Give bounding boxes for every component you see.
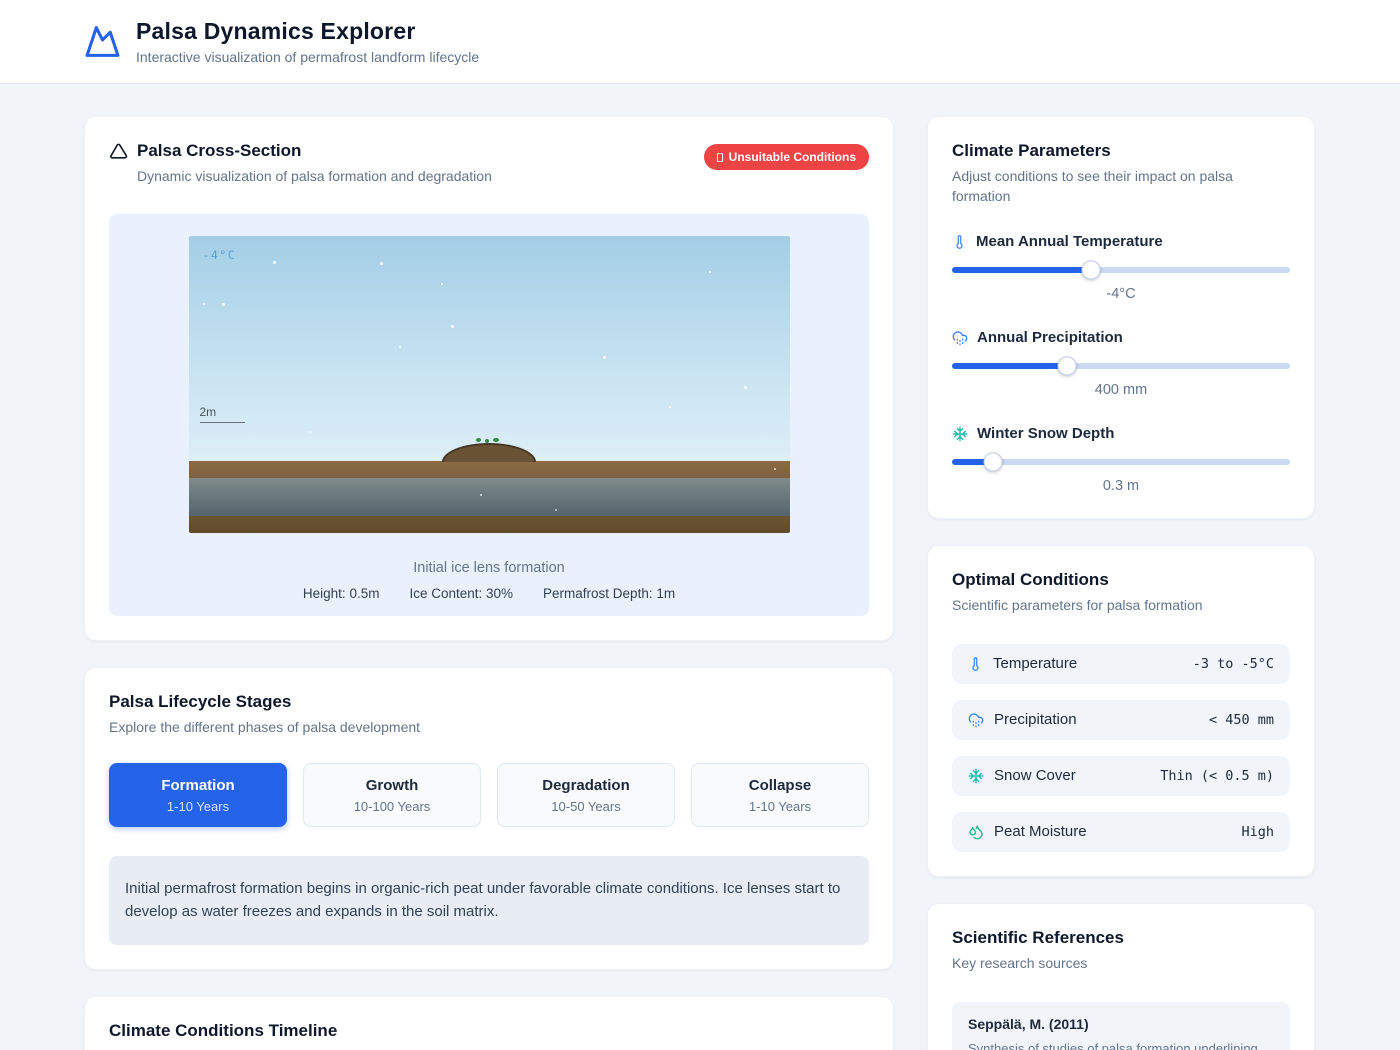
status-badge: Unsuitable Conditions	[703, 144, 869, 170]
triangle-icon	[109, 142, 128, 161]
precipitation-slider-label: Annual Precipitation	[977, 329, 1123, 347]
stat-height: Height: 0.5m	[302, 585, 380, 601]
temperature-value: -4°C	[1106, 286, 1136, 303]
app-subtitle: Interactive visualization of permafrost …	[136, 49, 480, 65]
snow-depth-value: 0.3 m	[1102, 478, 1140, 495]
stage-button-collapse[interactable]: Collapse 1-10 Years	[691, 763, 869, 828]
climate-parameters-card: Climate Parameters Adjust conditions to …	[927, 116, 1315, 520]
vegetation-dot	[475, 437, 481, 442]
palsa-mound	[441, 442, 536, 462]
precipitation-slider-group: Annual Precipitation 400 mm	[952, 329, 1290, 398]
references-title: Scientific References	[952, 927, 1124, 947]
snowflake-icon	[952, 426, 968, 442]
app-title: Palsa Dynamics Explorer	[136, 18, 416, 44]
right-column: Climate Parameters Adjust conditions to …	[927, 116, 1315, 1050]
precipitation-slider-thumb[interactable]	[1057, 356, 1077, 376]
references-subtitle: Key research sources	[952, 954, 1088, 971]
optimal-conditions-card: Optimal Conditions Scientific parameters…	[927, 545, 1315, 877]
optimal-row-precipitation: Precipitation < 450 mm	[952, 699, 1290, 740]
scale-line	[199, 421, 245, 424]
scale-bar: 2m	[199, 404, 245, 424]
precipitation-value: 400 mm	[1094, 382, 1148, 399]
canvas-container: -4°C 2m Initial ice lens formation Heigh…	[109, 213, 869, 616]
snow-depth-slider[interactable]	[952, 452, 1290, 472]
droplets-icon	[968, 824, 984, 840]
active-layer	[188, 460, 790, 478]
canvas-temperature-label: -4°C	[202, 247, 237, 262]
stat-ice-content: Ice Content: 30%	[409, 585, 514, 601]
warning-icon	[716, 152, 723, 162]
cloud-rain-icon	[952, 330, 968, 346]
cross-section-title: Palsa Cross-Section	[137, 141, 302, 160]
snow-depth-slider-label: Winter Snow Depth	[977, 425, 1115, 443]
vegetation-dot	[492, 437, 499, 442]
left-column: Palsa Cross-Section Dynamic visualizatio…	[84, 116, 894, 1050]
stage-description: Initial permafrost formation begins in o…	[109, 856, 869, 945]
stat-permafrost-depth: Permafrost Depth: 1m	[543, 585, 676, 601]
cross-section-subtitle: Dynamic visualization of palsa formation…	[137, 168, 492, 184]
cross-section-card: Palsa Cross-Section Dynamic visualizatio…	[84, 116, 894, 641]
optimal-row-peat-moisture: Peat Moisture High	[952, 811, 1290, 852]
snowflake-icon	[968, 768, 984, 784]
canvas-stats: Height: 0.5m Ice Content: 30% Permafrost…	[109, 586, 869, 601]
reference-description: Synthesis of studies of palsa formation …	[968, 1041, 1258, 1050]
precipitation-slider[interactable]	[952, 356, 1290, 376]
reference-citation: Seppälä, M. (2011)	[968, 1016, 1089, 1033]
climate-parameters-title: Climate Parameters	[952, 141, 1111, 160]
temperature-slider[interactable]	[952, 260, 1290, 280]
optimal-row-temperature: Temperature -3 to -5°C	[952, 643, 1290, 684]
mountain-logo-icon	[84, 23, 121, 60]
snow-depth-slider-group: Winter Snow Depth 0.3 m	[952, 425, 1290, 494]
temperature-slider-group: Mean Annual Temperature -4°C	[952, 233, 1290, 302]
status-badge-label: Unsuitable Conditions	[728, 150, 856, 164]
app-header: Palsa Dynamics Explorer Interactive visu…	[0, 0, 1400, 84]
stage-button-formation[interactable]: Formation 1-10 Years	[109, 763, 287, 828]
optimal-row-snow-cover: Snow Cover Thin (< 0.5 m)	[952, 755, 1290, 796]
temperature-slider-thumb[interactable]	[1081, 260, 1101, 280]
references-card: Scientific References Key research sourc…	[927, 902, 1315, 1050]
timeline-card: Climate Conditions Timeline Historical t…	[84, 995, 894, 1050]
climate-parameters-subtitle: Adjust conditions to see their impact on…	[952, 168, 1233, 204]
snow-depth-slider-thumb[interactable]	[983, 452, 1003, 472]
lifecycle-card: Palsa Lifecycle Stages Explore the diffe…	[84, 666, 894, 970]
lifecycle-title: Palsa Lifecycle Stages	[109, 691, 292, 711]
permafrost-layer	[188, 477, 790, 516]
cloud-rain-icon	[968, 712, 984, 728]
scale-label: 2m	[199, 404, 217, 419]
canvas-caption: Initial ice lens formation	[413, 559, 565, 576]
reference-item: Seppälä, M. (2011) Synthesis of studies …	[952, 1002, 1290, 1050]
stage-button-growth[interactable]: Growth 10-100 Years	[303, 763, 481, 828]
lifecycle-subtitle: Explore the different phases of palsa de…	[109, 718, 421, 735]
vegetation-dot	[484, 438, 489, 443]
optimal-conditions-subtitle: Scientific parameters for palsa formatio…	[952, 597, 1203, 614]
optimal-conditions-title: Optimal Conditions	[952, 570, 1109, 590]
stage-buttons: Formation 1-10 Years Growth 10-100 Years…	[109, 763, 869, 828]
substrate-layer	[188, 515, 790, 533]
palsa-cross-section-canvas: -4°C 2m	[188, 235, 790, 533]
thermometer-icon	[968, 656, 983, 672]
timeline-title: Climate Conditions Timeline	[109, 1020, 338, 1040]
temperature-slider-label: Mean Annual Temperature	[976, 233, 1163, 251]
stage-button-degradation[interactable]: Degradation 10-50 Years	[497, 763, 675, 828]
thermometer-icon	[952, 234, 967, 250]
